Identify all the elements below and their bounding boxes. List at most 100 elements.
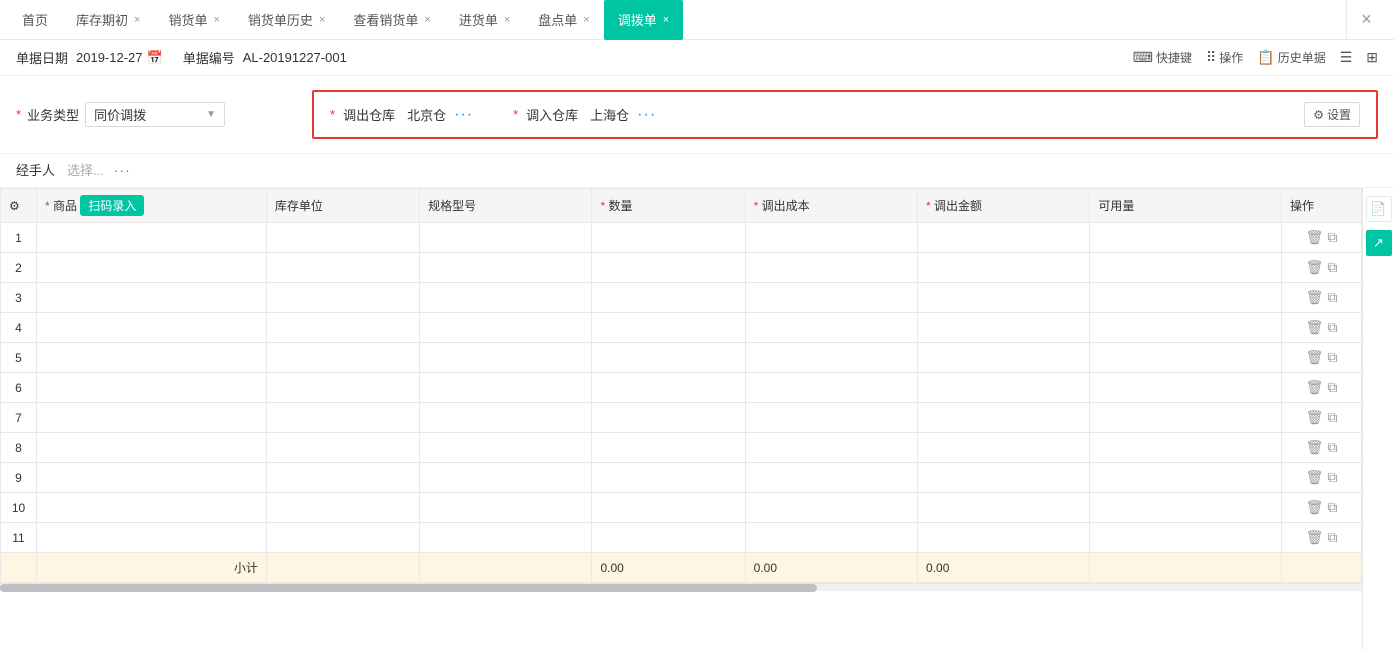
cell-amount[interactable] [918,463,1090,493]
cell-available[interactable] [1090,523,1282,553]
copy-icon[interactable]: ⧉ [1327,349,1337,365]
copy-icon[interactable]: ⧉ [1327,529,1337,545]
copy-icon[interactable]: ⧉ [1327,439,1337,455]
delete-icon[interactable]: 🗑 [1306,349,1324,365]
cell-qty[interactable] [592,463,745,493]
cell-spec[interactable] [420,283,592,313]
cell-spec[interactable] [420,313,592,343]
cell-unit[interactable] [266,523,419,553]
copy-icon[interactable]: ⧉ [1327,379,1337,395]
delete-icon[interactable]: 🗑 [1306,499,1324,515]
cell-qty[interactable] [592,313,745,343]
tab-inventory-count[interactable]: 盘点单 × [524,0,603,40]
history-btn[interactable]: 📋 历史单据 [1257,49,1325,66]
tab-home[interactable]: 首页 [8,0,62,40]
copy-icon[interactable]: ⧉ [1327,319,1337,335]
cell-qty[interactable] [592,523,745,553]
cell-unit[interactable] [266,253,419,283]
business-type-dropdown[interactable]: 同价调拨 ▼ [85,102,225,127]
scan-entry-button[interactable]: 扫码录入 [80,195,144,216]
cell-cost[interactable] [745,403,917,433]
cell-product[interactable] [37,493,267,523]
cell-available[interactable] [1090,373,1282,403]
calendar-icon[interactable]: 📅 [147,50,163,66]
cell-qty[interactable] [592,223,745,253]
shortcut-btn[interactable]: ⌨ 快捷键 [1133,49,1192,66]
cell-available[interactable] [1090,343,1282,373]
cell-available[interactable] [1090,463,1282,493]
delete-icon[interactable]: 🗑 [1306,319,1324,335]
cell-amount[interactable] [918,283,1090,313]
warehouse-in-more-icon[interactable]: ··· [637,106,656,124]
cell-cost[interactable] [745,223,917,253]
operation-btn[interactable]: ⠿ 操作 [1206,49,1243,66]
cell-available[interactable] [1090,403,1282,433]
delete-icon[interactable]: 🗑 [1306,289,1324,305]
cell-unit[interactable] [266,403,419,433]
scrollbar-thumb[interactable] [0,584,817,592]
cell-product[interactable] [37,433,267,463]
cell-cost[interactable] [745,343,917,373]
copy-icon[interactable]: ⧉ [1327,229,1337,245]
cell-qty[interactable] [592,283,745,313]
tab-sales-order-close[interactable]: × [213,14,219,26]
cell-product[interactable] [37,253,267,283]
sidebar-export-btn[interactable]: ↗ [1366,230,1392,256]
tab-inventory-init[interactable]: 库存期初 × [62,0,154,40]
cell-unit[interactable] [266,313,419,343]
warehouse-out-more-icon[interactable]: ··· [454,106,473,124]
cell-product[interactable] [37,343,267,373]
cell-product[interactable] [37,313,267,343]
tab-view-sales[interactable]: 查看销货单 × [339,0,444,40]
sidebar-doc-btn[interactable]: 📄 [1366,196,1392,222]
cell-product[interactable] [37,283,267,313]
tab-sales-history-close[interactable]: × [319,14,325,26]
handler-more-icon[interactable]: ··· [114,162,131,178]
cell-unit[interactable] [266,223,419,253]
cell-qty[interactable] [592,343,745,373]
cell-amount[interactable] [918,493,1090,523]
copy-icon[interactable]: ⧉ [1327,259,1337,275]
window-close-button[interactable]: × [1346,0,1386,40]
tab-sales-order[interactable]: 销货单 × [154,0,233,40]
cell-spec[interactable] [420,223,592,253]
cell-cost[interactable] [745,373,917,403]
cell-unit[interactable] [266,463,419,493]
cell-product[interactable] [37,223,267,253]
tab-sales-history[interactable]: 销货单历史 × [234,0,339,40]
delete-icon[interactable]: 🗑 [1306,529,1324,545]
cell-available[interactable] [1090,283,1282,313]
cell-cost[interactable] [745,493,917,523]
settings-button[interactable]: ⚙ 设置 [1304,102,1360,127]
cell-product[interactable] [37,403,267,433]
tab-purchase-order-close[interactable]: × [504,14,510,26]
doc-date-value[interactable]: 2019-12-27 [76,50,143,65]
handler-select-placeholder[interactable]: 选择... [67,160,104,179]
delete-icon[interactable]: 🗑 [1306,469,1324,485]
cell-qty[interactable] [592,433,745,463]
cell-product[interactable] [37,373,267,403]
cell-unit[interactable] [266,283,419,313]
cell-spec[interactable] [420,343,592,373]
cell-amount[interactable] [918,373,1090,403]
delete-icon[interactable]: 🗑 [1306,229,1324,245]
cell-cost[interactable] [745,523,917,553]
cell-spec[interactable] [420,403,592,433]
cell-spec[interactable] [420,373,592,403]
delete-icon[interactable]: 🗑 [1306,379,1324,395]
cell-available[interactable] [1090,223,1282,253]
cell-qty[interactable] [592,493,745,523]
copy-icon[interactable]: ⧉ [1327,409,1337,425]
cell-unit[interactable] [266,373,419,403]
tab-inventory-init-close[interactable]: × [134,14,140,26]
cell-product[interactable] [37,523,267,553]
cell-spec[interactable] [420,493,592,523]
cell-qty[interactable] [592,403,745,433]
cell-spec[interactable] [420,253,592,283]
cell-unit[interactable] [266,433,419,463]
cell-qty[interactable] [592,253,745,283]
warehouse-in-value[interactable]: 上海仓 [590,105,629,124]
cell-cost[interactable] [745,313,917,343]
delete-icon[interactable]: 🗑 [1306,409,1324,425]
cell-amount[interactable] [918,223,1090,253]
